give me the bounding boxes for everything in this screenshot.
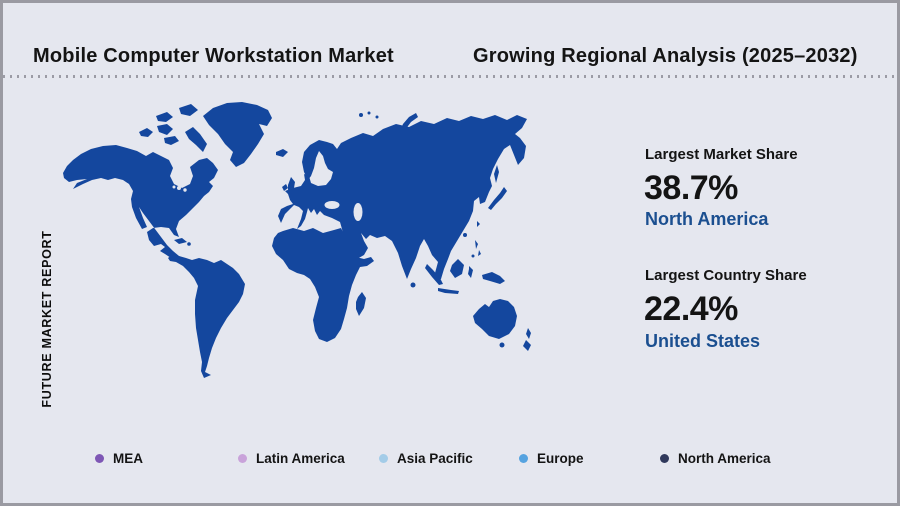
legend-item-mea: MEA — [95, 451, 143, 466]
legend-label: North America — [678, 451, 771, 466]
legend-item-asia-pacific: Asia Pacific — [379, 451, 473, 466]
largest-country-share-region: United States — [645, 331, 761, 351]
largest-market-share-label: Largest Market Share — [645, 146, 798, 163]
legend-dot-icon — [660, 454, 669, 463]
brand-vertical-label: FUTURE MARKET REPORT — [40, 230, 54, 408]
infographic-canvas: Mobile Computer Workstation Market Growi… — [0, 0, 900, 506]
largest-market-share-region: North America — [645, 209, 769, 229]
legend-item-europe: Europe — [519, 451, 584, 466]
legend-dot-icon — [379, 454, 388, 463]
largest-country-share-label: Largest Country Share — [645, 267, 807, 284]
legend-label: MEA — [113, 451, 143, 466]
world-map — [63, 102, 531, 378]
largest-country-share-value: 22.4% — [644, 290, 738, 328]
page-subtitle: Growing Regional Analysis (2025–2032) — [473, 45, 858, 67]
legend-item-north-america: North America — [660, 451, 771, 466]
dotted-separator — [3, 75, 897, 78]
world-map-land — [63, 102, 531, 378]
legend-label: Europe — [537, 451, 584, 466]
legend-dot-icon — [95, 454, 104, 463]
page-title: Mobile Computer Workstation Market — [33, 45, 394, 67]
legend-item-latin-america: Latin America — [238, 451, 345, 466]
legend-dot-icon — [519, 454, 528, 463]
largest-market-share-value: 38.7% — [644, 169, 738, 207]
legend-label: Asia Pacific — [397, 451, 473, 466]
legend-dot-icon — [238, 454, 247, 463]
legend-label: Latin America — [256, 451, 345, 466]
